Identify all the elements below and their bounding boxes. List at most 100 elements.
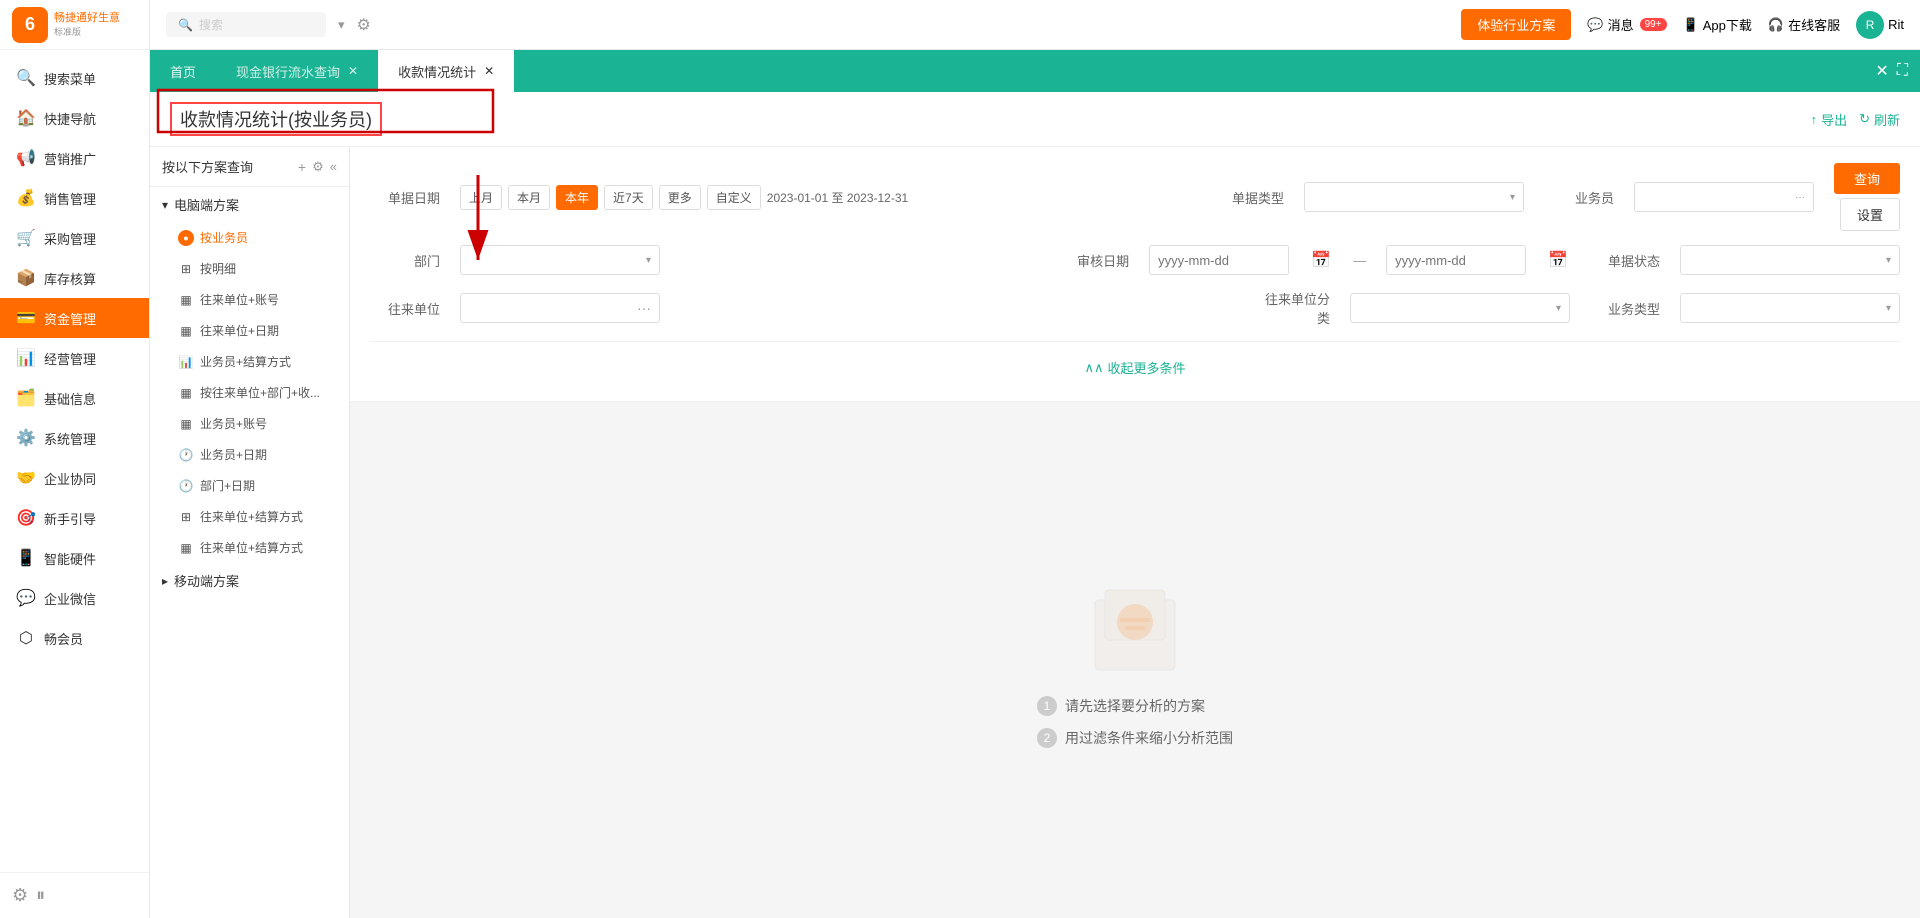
scheme-item-by-detail[interactable]: ⊞ 按明细 [150, 253, 349, 284]
doc-type-arrow: ▾ [1510, 192, 1515, 203]
review-date-end[interactable] [1386, 245, 1526, 275]
tab-home[interactable]: 首页 [150, 50, 216, 92]
date-btn-this-month[interactable]: 本月 [508, 185, 550, 210]
table-icon4: ▦ [178, 416, 194, 432]
query-button[interactable]: 查询 [1834, 163, 1900, 194]
refresh-button[interactable]: ↻ 刷新 [1859, 110, 1900, 129]
table-icon: ▦ [178, 292, 194, 308]
basic-icon: 🗂️ [16, 388, 36, 408]
online-service-item[interactable]: 🎧 在线客服 [1768, 15, 1840, 34]
dept-select[interactable]: ▾ [460, 245, 660, 275]
scheme-item-unit-account[interactable]: ▦ 往来单位+账号 [150, 284, 349, 315]
page-title: 收款情况统计(按业务员) [170, 102, 382, 136]
review-date-label: 审核日期 [1059, 251, 1129, 270]
app-download-item[interactable]: 📱 App下载 [1683, 15, 1752, 34]
tab-maximize-icon[interactable]: ⛶ [1897, 62, 1908, 80]
doc-type-select[interactable]: ▾ [1304, 182, 1524, 212]
sidebar-item-guide[interactable]: 🎯 新手引导 [0, 498, 149, 538]
tab-close-all-icon[interactable]: ✕ [1875, 61, 1888, 81]
table-icon2: ▦ [178, 323, 194, 339]
staff-select[interactable]: ··· [1634, 182, 1814, 212]
collapse-filter-button[interactable]: ∧∧ 收起更多条件 [1076, 350, 1193, 385]
export-button[interactable]: ↑ 导出 [1811, 110, 1848, 129]
tab-collection-close[interactable]: ✕ [484, 64, 494, 78]
filter-row-1: 单据日期 上月 本月 本年 近7天 更多 自定义 2023-01-01 至 20… [370, 163, 1900, 231]
settings-bottom-icon[interactable]: ⚙ [12, 885, 28, 906]
collapse-up-icon: ∧∧ [1084, 360, 1103, 376]
date-btn-this-year[interactable]: 本年 [556, 185, 598, 210]
hardware-icon: 📱 [16, 548, 36, 568]
system-icon: ⚙️ [16, 428, 36, 448]
mobile-scheme-header[interactable]: ▸ 移动端方案 [150, 563, 349, 598]
refresh-icon: ↻ [1859, 111, 1870, 127]
sidebar-nav: 🔍 搜索菜单 🏠 快捷导航 📢 营销推广 💰 销售管理 🛒 采购管理 📦 库存核… [0, 50, 149, 872]
sidebar-item-corp[interactable]: 🤝 企业协同 [0, 458, 149, 498]
date-btn-last-month[interactable]: 上月 [460, 185, 502, 210]
doc-status-select[interactable]: ▾ [1680, 245, 1900, 275]
scheme-item-unit-dept[interactable]: ▦ 按往来单位+部门+收... [150, 377, 349, 408]
desktop-scheme-header[interactable]: ▾ 电脑端方案 [150, 187, 349, 222]
tab-bank-close[interactable]: ✕ [348, 64, 358, 78]
tab-bank[interactable]: 现金银行流水查询 ✕ [216, 50, 378, 92]
sidebar-item-business[interactable]: 📊 经营管理 [0, 338, 149, 378]
header-search[interactable]: 🔍 搜索 [166, 12, 326, 37]
calendar-icon2[interactable]: 📅 [1548, 250, 1568, 270]
set-button[interactable]: 设置 [1840, 198, 1900, 231]
sidebar-item-system[interactable]: ⚙️ 系统管理 [0, 418, 149, 458]
staff-arrow: ··· [1795, 192, 1805, 203]
date-btn-more[interactable]: 更多 [659, 185, 701, 210]
doc-status-label: 单据状态 [1590, 251, 1660, 270]
scheme-item-unit-settle2[interactable]: ▦ 往来单位+结算方式 [150, 532, 349, 563]
scheme-item-by-staff[interactable]: ● 按业务员 [150, 222, 349, 253]
sidebar-item-purchase[interactable]: 🛒 采购管理 [0, 218, 149, 258]
finance-icon: 💳 [16, 308, 36, 328]
scheme-item-staff-date[interactable]: 🕐 业务员+日期 [150, 439, 349, 470]
date-btn-custom[interactable]: 自定义 [707, 185, 761, 210]
add-scheme-button[interactable]: + [298, 159, 306, 175]
sidebar-item-inventory[interactable]: 📦 库存核算 [0, 258, 149, 298]
sidebar-item-wechat[interactable]: 💬 企业微信 [0, 578, 149, 618]
biz-type-select[interactable]: ▾ [1680, 293, 1900, 323]
sidebar-item-hardware[interactable]: 📱 智能硬件 [0, 538, 149, 578]
scheme-item-unit-settle1[interactable]: ⊞ 往来单位+结算方式 [150, 501, 349, 532]
sidebar-item-member[interactable]: ⬡ 畅会员 [0, 618, 149, 658]
export-icon: ↑ [1811, 112, 1818, 127]
tab-collection[interactable]: 收款情况统计 ✕ [378, 50, 514, 92]
top-header: 🔍 搜索 ▾ ⚙ 体验行业方案 💬 消息 99+ 📱 App下载 🎧 在线客服 [150, 0, 1920, 50]
corp-icon: 🤝 [16, 468, 36, 488]
date-btn-7days[interactable]: 近7天 [604, 185, 653, 210]
sidebar-item-basic[interactable]: 🗂️ 基础信息 [0, 378, 149, 418]
user-avatar[interactable]: R Rit [1856, 11, 1904, 39]
sidebar-item-sales[interactable]: 💰 销售管理 [0, 178, 149, 218]
scheme-item-staff-settle[interactable]: 📊 业务员+结算方式 [150, 346, 349, 377]
scheme-item-dept-date[interactable]: 🕐 部门+日期 [150, 470, 349, 501]
right-content: 单据日期 上月 本月 本年 近7天 更多 自定义 2023-01-01 至 20… [350, 147, 1920, 918]
member-icon: ⬡ [16, 628, 36, 648]
inventory-icon: 📦 [16, 268, 36, 288]
logo-icon: 6 [12, 7, 48, 43]
sidebar-item-shortcut[interactable]: 🏠 快捷导航 [0, 98, 149, 138]
collapse-panel-button[interactable]: « [330, 159, 337, 175]
collapse-sidebar-icon[interactable]: ⏸ [36, 885, 45, 906]
hint-item-2: 2 用过滤条件来缩小分析范围 [1037, 728, 1233, 748]
header-dropdown-icon[interactable]: ▾ [338, 17, 345, 33]
chevron-right-icon: ▸ [162, 574, 168, 588]
scheme-item-unit-date[interactable]: ▦ 往来单位+日期 [150, 315, 349, 346]
calendar-icon1[interactable]: 📅 [1311, 250, 1331, 270]
scheme-item-staff-account[interactable]: ▦ 业务员+账号 [150, 408, 349, 439]
sidebar-item-finance[interactable]: 💳 资金管理 [0, 298, 149, 338]
header-gear-icon[interactable]: ⚙ [357, 15, 371, 35]
review-date-start[interactable] [1149, 245, 1289, 275]
partner-category-select[interactable]: ▾ [1350, 293, 1570, 323]
trial-button[interactable]: 体验行业方案 [1461, 9, 1571, 40]
sidebar-item-marketing[interactable]: 📢 营销推广 [0, 138, 149, 178]
partner-select[interactable]: ··· [460, 293, 660, 323]
scheme-settings-button[interactable]: ⚙ [312, 159, 324, 175]
notification-item[interactable]: 💬 消息 99+ [1587, 15, 1666, 34]
partner-dots[interactable]: ··· [637, 300, 651, 316]
sales-icon: 💰 [16, 188, 36, 208]
grid-icon: ⊞ [178, 261, 194, 277]
sidebar-item-search[interactable]: 🔍 搜索菜单 [0, 58, 149, 98]
biz-type-arrow: ▾ [1886, 303, 1891, 314]
empty-state-illustration [1075, 560, 1195, 680]
